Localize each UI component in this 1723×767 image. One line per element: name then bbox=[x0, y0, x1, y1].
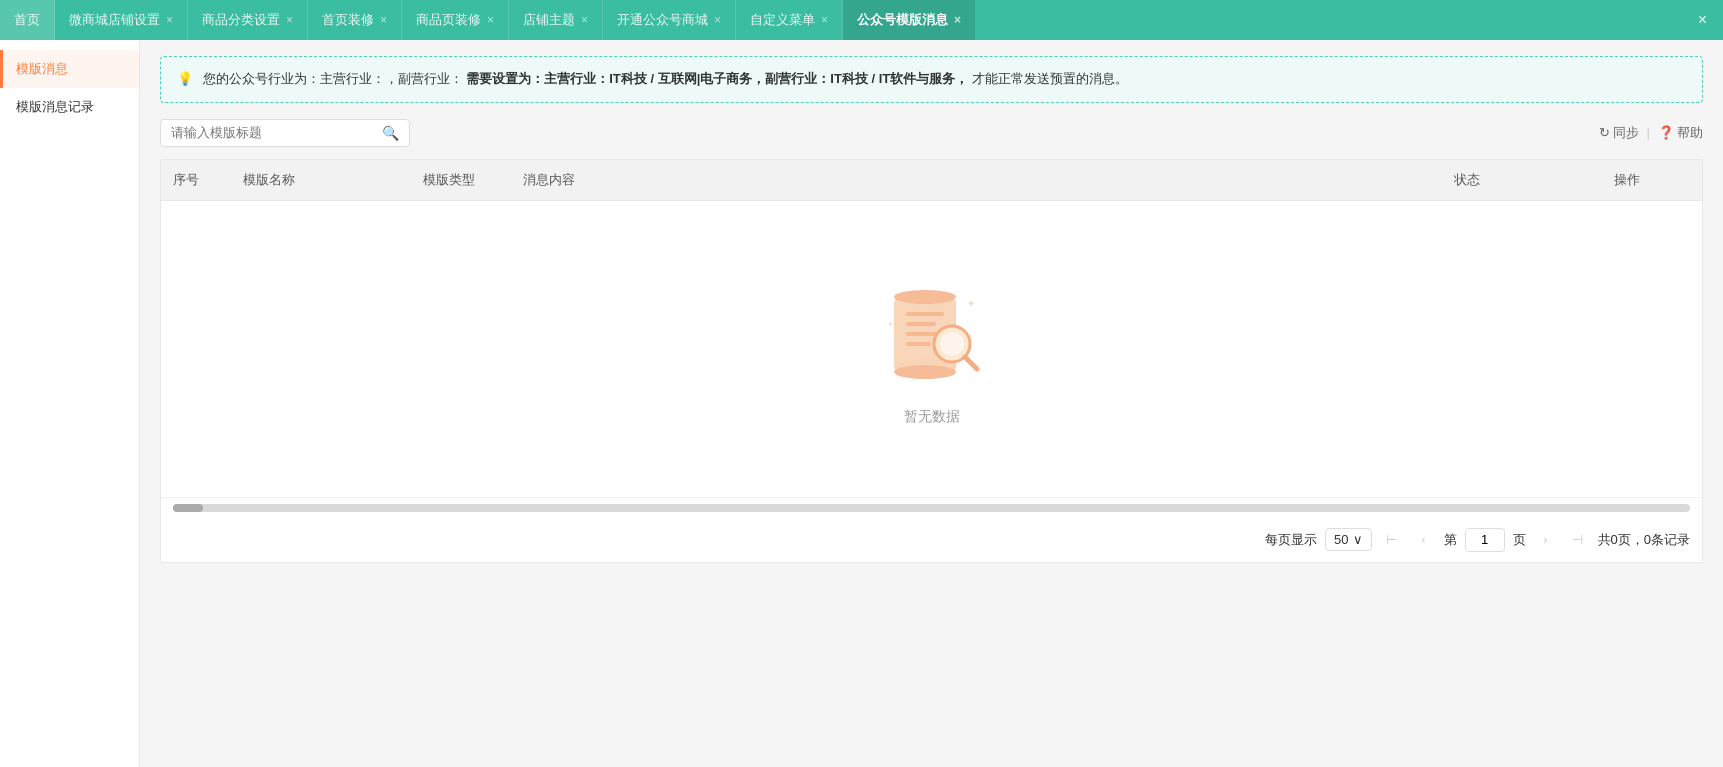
nav-tab-shop-settings[interactable]: 微商城店铺设置 × bbox=[55, 0, 188, 40]
per-page-chevron-icon: ∨ bbox=[1353, 532, 1363, 547]
page-label-prefix: 第 bbox=[1444, 531, 1457, 549]
page-input[interactable] bbox=[1465, 528, 1505, 552]
nav-tab-home-label: 首页 bbox=[14, 11, 40, 29]
svg-rect-7 bbox=[906, 342, 931, 346]
scrollbar-track[interactable] bbox=[173, 504, 1690, 512]
last-page-button[interactable]: ⊣ bbox=[1566, 528, 1590, 552]
per-page-value: 50 bbox=[1334, 532, 1348, 547]
nav-tab-template-msg[interactable]: 公众号模版消息 × bbox=[843, 0, 976, 40]
main-layout: 模版消息 模版消息记录 💡 您的公众号行业为：主营行业：，副营行业： 需要设置为… bbox=[0, 40, 1723, 767]
svg-point-2 bbox=[894, 290, 956, 304]
nav-tab-product-decor-label: 商品页装修 bbox=[416, 11, 481, 29]
nav-tab-open-mall[interactable]: 开通公众号商城 × bbox=[603, 0, 736, 40]
sidebar-item-template-msg-record-label: 模版消息记录 bbox=[16, 99, 94, 114]
next-page-button[interactable]: › bbox=[1534, 528, 1558, 552]
nav-tab-custom-menu-label: 自定义菜单 bbox=[750, 11, 815, 29]
empty-illustration: ✦ ✦ bbox=[872, 272, 992, 392]
svg-point-3 bbox=[894, 365, 956, 379]
col-header-action: 操作 bbox=[1602, 160, 1702, 201]
empty-state: ✦ ✦ 暂无数据 bbox=[173, 212, 1690, 486]
help-button[interactable]: ❓ 帮助 bbox=[1658, 124, 1703, 142]
col-header-name: 模版名称 bbox=[231, 160, 411, 201]
sidebar-item-template-msg-label: 模版消息 bbox=[16, 61, 68, 76]
col-header-status: 状态 bbox=[1442, 160, 1602, 201]
total-label: 共0页，0条记录 bbox=[1598, 531, 1690, 549]
nav-tab-open-mall-label: 开通公众号商城 bbox=[617, 11, 708, 29]
table-body: ✦ ✦ 暂无数据 bbox=[161, 200, 1702, 497]
actions-divider: | bbox=[1647, 125, 1650, 140]
nav-tab-shop-settings-close[interactable]: × bbox=[166, 13, 173, 27]
nav-tab-category-label: 商品分类设置 bbox=[202, 11, 280, 29]
prev-page-icon: ‹ bbox=[1421, 532, 1425, 547]
search-input[interactable] bbox=[171, 125, 382, 140]
sync-label: 同步 bbox=[1613, 124, 1639, 142]
nav-tab-homepage-decor[interactable]: 首页装修 × bbox=[308, 0, 402, 40]
nav-tab-product-decor[interactable]: 商品页装修 × bbox=[402, 0, 509, 40]
scrollbar-thumb[interactable] bbox=[173, 504, 203, 512]
sync-button[interactable]: ↻ 同步 bbox=[1599, 124, 1639, 142]
help-icon: ❓ bbox=[1658, 125, 1674, 140]
sidebar-item-template-msg[interactable]: 模版消息 bbox=[0, 50, 139, 88]
search-actions: ↻ 同步 | ❓ 帮助 bbox=[1599, 124, 1703, 142]
notice-icon: 💡 bbox=[177, 71, 193, 86]
col-header-type: 模版类型 bbox=[411, 160, 511, 201]
col-header-content: 消息内容 bbox=[511, 160, 1442, 201]
svg-text:✦: ✦ bbox=[967, 298, 975, 309]
prev-page-button[interactable]: ‹ bbox=[1412, 528, 1436, 552]
top-nav: 首页 微商城店铺设置 × 商品分类设置 × 首页装修 × 商品页装修 × 店铺主… bbox=[0, 0, 1723, 40]
nav-tab-template-msg-close[interactable]: × bbox=[954, 13, 961, 27]
svg-line-10 bbox=[965, 357, 977, 369]
nav-tab-custom-menu-close[interactable]: × bbox=[821, 13, 828, 27]
nav-tab-template-msg-label: 公众号模版消息 bbox=[857, 11, 948, 29]
global-close-icon: × bbox=[1698, 11, 1707, 29]
notice-prefix: 您的公众号行业为：主营行业：，副营行业： bbox=[203, 71, 463, 86]
sidebar: 模版消息 模版消息记录 bbox=[0, 40, 140, 767]
nav-tab-theme-close[interactable]: × bbox=[581, 13, 588, 27]
table-wrapper: 序号 模版名称 模版类型 消息内容 状态 bbox=[160, 159, 1703, 563]
notice-box: 💡 您的公众号行业为：主营行业：，副营行业： 需要设置为：主营行业：IT科技 /… bbox=[160, 56, 1703, 103]
per-page-select[interactable]: 50 ∨ bbox=[1325, 528, 1371, 551]
empty-state-row: ✦ ✦ 暂无数据 bbox=[161, 200, 1702, 497]
pagination-row: 每页显示 50 ∨ ⊢ ‹ 第 页 › ⊣ bbox=[161, 518, 1702, 562]
sync-icon: ↻ bbox=[1599, 125, 1610, 140]
scrollbar-row bbox=[161, 498, 1702, 518]
nav-tab-shop-settings-label: 微商城店铺设置 bbox=[69, 11, 160, 29]
search-icon[interactable]: 🔍 bbox=[382, 125, 399, 141]
nav-tab-homepage-decor-label: 首页装修 bbox=[322, 11, 374, 29]
svg-point-9 bbox=[940, 332, 964, 356]
last-page-icon: ⊣ bbox=[1572, 532, 1583, 547]
nav-tab-product-decor-close[interactable]: × bbox=[487, 13, 494, 27]
global-close-button[interactable]: × bbox=[1682, 0, 1723, 40]
notice-suffix: 才能正常发送预置的消息。 bbox=[972, 71, 1128, 86]
data-table: 序号 模版名称 模版类型 消息内容 状态 bbox=[161, 160, 1702, 498]
next-page-icon: › bbox=[1543, 532, 1547, 547]
content-area: 💡 您的公众号行业为：主营行业：，副营行业： 需要设置为：主营行业：IT科技 /… bbox=[140, 40, 1723, 767]
empty-state-cell: ✦ ✦ 暂无数据 bbox=[161, 200, 1702, 497]
per-page-label: 每页显示 bbox=[1265, 531, 1317, 549]
search-row: 🔍 ↻ 同步 | ❓ 帮助 bbox=[160, 119, 1703, 147]
svg-text:✦: ✦ bbox=[887, 320, 894, 329]
notice-highlight: 需要设置为：主营行业：IT科技 / 互联网|电子商务，副营行业：IT科技 / I… bbox=[466, 71, 968, 86]
page-label-suffix: 页 bbox=[1513, 531, 1526, 549]
svg-rect-4 bbox=[906, 312, 944, 316]
nav-tab-custom-menu[interactable]: 自定义菜单 × bbox=[736, 0, 843, 40]
table-header: 序号 模版名称 模版类型 消息内容 状态 bbox=[161, 160, 1702, 201]
svg-rect-5 bbox=[906, 322, 936, 326]
nav-tab-category-close[interactable]: × bbox=[286, 13, 293, 27]
help-label: 帮助 bbox=[1677, 124, 1703, 142]
search-input-wrap[interactable]: 🔍 bbox=[160, 119, 410, 147]
sidebar-item-template-msg-record[interactable]: 模版消息记录 bbox=[0, 88, 139, 126]
nav-tab-open-mall-close[interactable]: × bbox=[714, 13, 721, 27]
nav-tab-category[interactable]: 商品分类设置 × bbox=[188, 0, 308, 40]
col-header-index: 序号 bbox=[161, 160, 231, 201]
nav-tab-theme[interactable]: 店铺主题 × bbox=[509, 0, 603, 40]
nav-tab-theme-label: 店铺主题 bbox=[523, 11, 575, 29]
nav-tab-home[interactable]: 首页 bbox=[0, 0, 55, 40]
first-page-button[interactable]: ⊢ bbox=[1380, 528, 1404, 552]
empty-text: 暂无数据 bbox=[193, 408, 1670, 426]
nav-tab-homepage-decor-close[interactable]: × bbox=[380, 13, 387, 27]
first-page-icon: ⊢ bbox=[1386, 532, 1397, 547]
